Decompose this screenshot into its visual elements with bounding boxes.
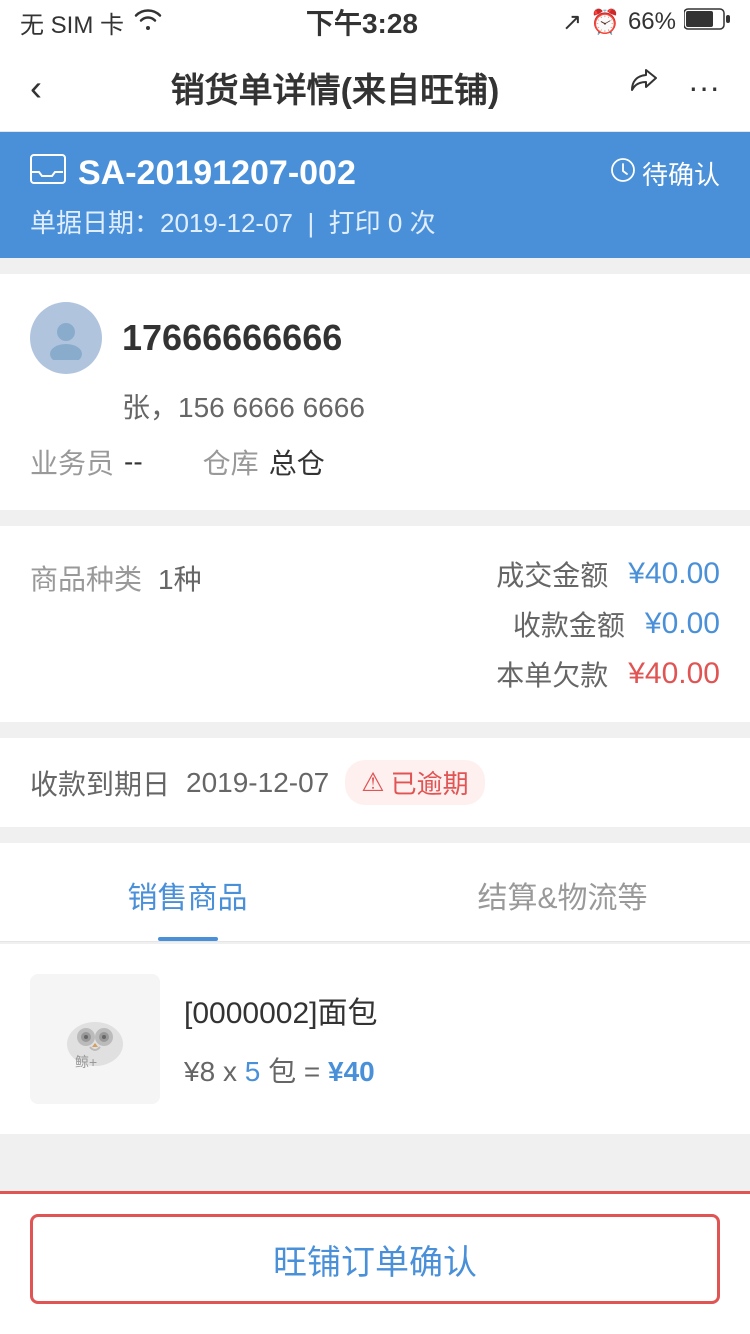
payment-due: 收款到期日 2019-12-07 ⚠ 已逾期 <box>0 738 750 827</box>
deal-amount-row: 成交金额 ¥40.00 <box>496 554 720 594</box>
customer-phone: 17666666666 <box>122 317 342 359</box>
customer-top: 17666666666 <box>30 302 720 374</box>
back-button[interactable]: ‹ <box>30 67 42 109</box>
customer-avatar <box>30 302 102 374</box>
product-price: ¥8 x 5 包 = ¥40 <box>184 1050 720 1090</box>
more-icon[interactable]: ··· <box>688 69 720 106</box>
deal-amount-label: 成交金额 <box>496 554 608 594</box>
received-label: 收款金额 <box>513 604 625 644</box>
product-name: [0000002]面包 <box>184 988 720 1032</box>
customer-detail: 张，156 6666 6666 <box>30 386 720 426</box>
clock-icon <box>610 157 636 190</box>
product-total: ¥40 <box>328 1056 375 1087</box>
customer-meta: 业务员 -- 仓库 总仓 <box>30 442 720 482</box>
amount-summary: 成交金额 ¥40.00 收款金额 ¥0.00 本单欠款 ¥40.00 <box>496 554 720 694</box>
received-amount-row: 收款金额 ¥0.00 <box>513 604 720 644</box>
tab-settlement-logistics[interactable]: 结算&物流等 <box>375 843 750 941</box>
sales-label: 业务员 <box>30 442 114 482</box>
order-id: SA-20191207-002 <box>30 154 356 193</box>
sales-meta: 业务员 -- <box>30 442 143 482</box>
payment-due-date: 2019-12-07 <box>186 767 329 799</box>
wifi-icon <box>134 8 162 37</box>
warehouse-value: 总仓 <box>269 442 325 482</box>
share-icon[interactable] <box>628 66 664 110</box>
battery-icon <box>684 8 730 37</box>
product-item: 鲸+ [0000002]面包 ¥8 x 5 包 = ¥40 <box>0 944 750 1134</box>
tab-sales-products[interactable]: 销售商品 <box>0 843 375 941</box>
goods-type: 商品种类 1种 <box>30 554 496 598</box>
nav-bar: ‹ 销货单详情(来自旺铺) ··· <box>0 44 750 132</box>
owed-value: ¥40.00 <box>628 657 720 691</box>
status-bar-right: ↗ ⏰ 66% <box>562 8 730 37</box>
goods-type-label: 商品种类 <box>30 558 142 598</box>
owed-label: 本单欠款 <box>496 654 608 694</box>
carrier-label: 无 SIM 卡 <box>20 5 124 40</box>
status-bar-left: 无 SIM 卡 <box>20 5 162 40</box>
bottom-bar: 旺铺订单确认 <box>0 1191 750 1334</box>
warning-icon: ⚠ <box>361 767 384 798</box>
received-value: ¥0.00 <box>645 607 720 641</box>
product-image: 鲸+ <box>30 974 160 1104</box>
payment-due-label: 收款到期日 <box>30 763 170 803</box>
status-bar-time: 下午3:28 <box>306 2 418 42</box>
page-title: 销货单详情(来自旺铺) <box>171 63 500 112</box>
warehouse-label: 仓库 <box>203 442 259 482</box>
warehouse-meta: 仓库 总仓 <box>203 442 325 482</box>
alarm-icon: ⏰ <box>590 8 620 37</box>
summary-section: 商品种类 1种 成交金额 ¥40.00 收款金额 ¥0.00 本单欠款 ¥40.… <box>0 526 750 722</box>
battery-label: 66% <box>628 8 676 36</box>
gps-icon: ↗ <box>562 8 582 37</box>
sales-value: -- <box>124 446 143 478</box>
order-date: 单据日期：2019-12-07 | 打印 0 次 <box>30 203 720 240</box>
order-header: SA-20191207-002 待确认 单据日期：2019-12-07 | 打印… <box>0 132 750 258</box>
order-status: 待确认 <box>610 155 720 192</box>
tabs-bar: 销售商品 结算&物流等 <box>0 843 750 942</box>
overdue-badge: ⚠ 已逾期 <box>345 760 484 805</box>
svg-text:鲸+: 鲸+ <box>75 1054 97 1069</box>
product-info: [0000002]面包 ¥8 x 5 包 = ¥40 <box>184 988 720 1090</box>
status-bar: 无 SIM 卡 下午3:28 ↗ ⏰ 66% <box>0 0 750 44</box>
overdue-text: 已逾期 <box>391 764 469 801</box>
owed-amount-row: 本单欠款 ¥40.00 <box>496 654 720 694</box>
goods-type-value: 1种 <box>158 558 202 598</box>
order-header-top: SA-20191207-002 待确认 <box>30 154 720 193</box>
product-qty: 5 <box>245 1056 261 1087</box>
nav-right-actions: ··· <box>628 66 720 110</box>
inbox-icon <box>30 154 66 193</box>
confirm-order-button[interactable]: 旺铺订单确认 <box>30 1214 720 1304</box>
customer-section: 17666666666 张，156 6666 6666 业务员 -- 仓库 总仓 <box>0 274 750 510</box>
deal-amount-value: ¥40.00 <box>628 557 720 591</box>
product-list: 鲸+ [0000002]面包 ¥8 x 5 包 = ¥40 <box>0 944 750 1134</box>
